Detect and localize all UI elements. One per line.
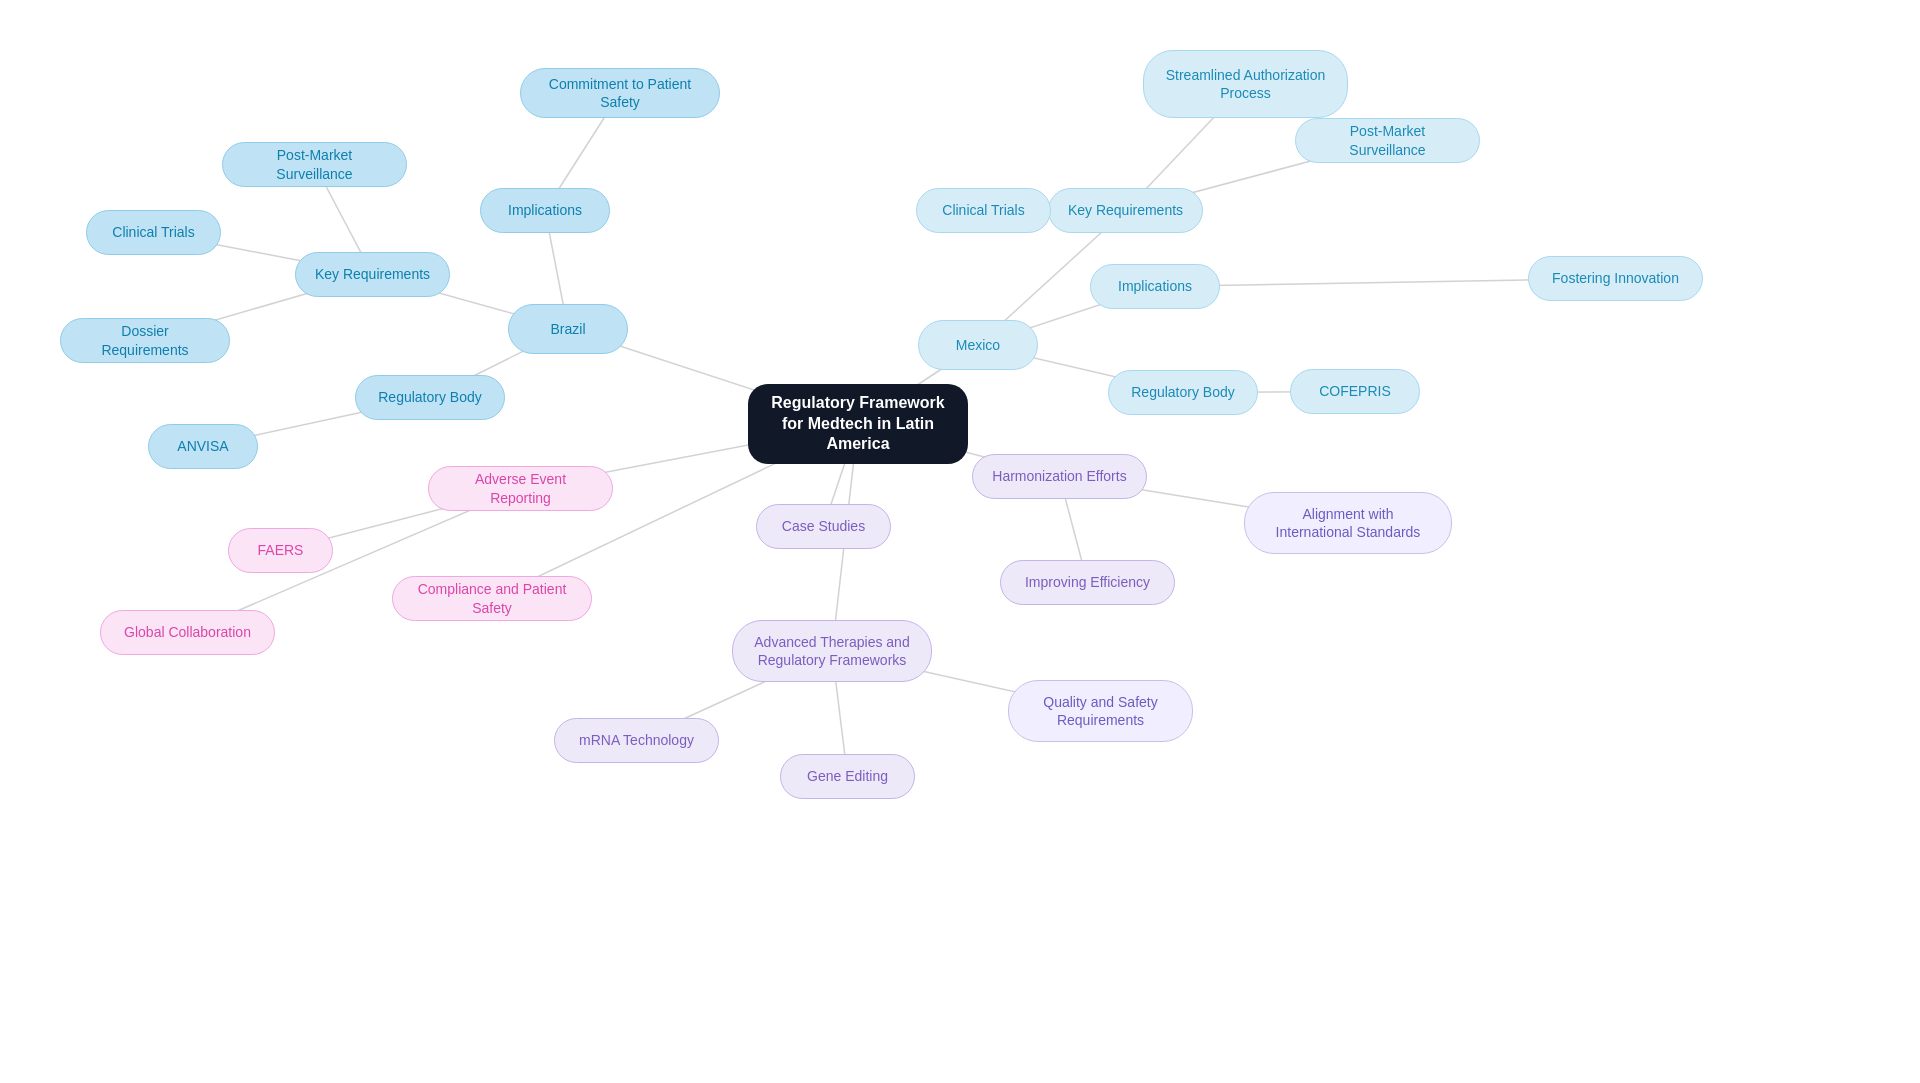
node-brazil-key-requirements: Key Requirements [295,252,450,297]
node-label: Regulatory Body [378,388,482,406]
node-label: Advanced Therapies and Regulatory Framew… [751,633,913,669]
node-brazil-anvisa: ANVISA [148,424,258,469]
node-mexico-implications: Implications [1090,264,1220,309]
node-label: Mexico [956,336,1000,354]
node-advanced-therapies: Advanced Therapies and Regulatory Framew… [732,620,932,682]
node-label: Gene Editing [807,767,888,785]
node-label: Dossier Requirements [79,322,211,358]
node-center: Regulatory Framework for Medtech in Lati… [748,384,968,464]
node-label: Compliance and Patient Safety [411,580,573,616]
node-label: Implications [508,201,582,219]
node-label: Clinical Trials [942,201,1024,219]
node-mexico: Mexico [918,320,1038,370]
node-brazil-implications: Implications [480,188,610,233]
node-label: Post-Market Surveillance [1314,122,1461,158]
node-label: Improving Efficiency [1025,573,1150,591]
node-harmonization: Harmonization Efforts [972,454,1147,499]
node-label: Streamlined Authorization Process [1162,66,1329,102]
node-label: Alignment with International Standards [1263,505,1433,541]
node-label: Regulatory Framework for Medtech in Lati… [766,393,950,455]
node-label: Fostering Innovation [1552,269,1679,287]
node-mexico-regulatory-body: Regulatory Body [1108,370,1258,415]
node-label: Regulatory Body [1131,383,1235,401]
node-label: Implications [1118,277,1192,295]
node-brazil-commit-patient: Commitment to Patient Safety [520,68,720,118]
node-improving-efficiency: Improving Efficiency [1000,560,1175,605]
node-global-collab: Global Collaboration [100,610,275,655]
node-mexico-post-market: Post-Market Surveillance [1295,118,1480,163]
node-label: ANVISA [177,437,228,455]
node-mexico-streamlined: Streamlined Authorization Process [1143,50,1348,118]
node-label: Key Requirements [315,265,430,283]
node-gene-editing: Gene Editing [780,754,915,799]
node-brazil-clinical-trials: Clinical Trials [86,210,221,255]
node-mexico-fostering: Fostering Innovation [1528,256,1703,301]
node-case-studies: Case Studies [756,504,891,549]
node-label: Global Collaboration [124,623,251,641]
node-label: Brazil [550,320,585,338]
node-adverse-event: Adverse Event Reporting [428,466,613,511]
node-brazil-dossier: Dossier Requirements [60,318,230,363]
node-mrna-tech: mRNA Technology [554,718,719,763]
node-alignment: Alignment with International Standards [1244,492,1452,554]
node-label: mRNA Technology [579,731,694,749]
mindmap-container: Regulatory Framework for Medtech in Lati… [0,0,1920,1083]
node-label: Case Studies [782,517,865,535]
node-label: Adverse Event Reporting [447,470,594,506]
node-compliance-safety: Compliance and Patient Safety [392,576,592,621]
node-label: COFEPRIS [1319,382,1391,400]
node-brazil-post-market: Post-Market Surveillance [222,142,407,187]
node-label: FAERS [258,541,304,559]
node-label: Harmonization Efforts [992,467,1126,485]
node-faers: FAERS [228,528,333,573]
node-label: Key Requirements [1068,201,1183,219]
node-label: Post-Market Surveillance [241,146,388,182]
node-quality-safety: Quality and Safety Requirements [1008,680,1193,742]
node-mexico-cofepris: COFEPRIS [1290,369,1420,414]
node-label: Quality and Safety Requirements [1027,693,1174,729]
node-mexico-key-requirements: Key Requirements [1048,188,1203,233]
node-mexico-clinical-trials: Clinical Trials [916,188,1051,233]
node-label: Commitment to Patient Safety [539,75,701,111]
node-brazil-regulatory-body: Regulatory Body [355,375,505,420]
node-brazil: Brazil [508,304,628,354]
node-label: Clinical Trials [112,223,194,241]
